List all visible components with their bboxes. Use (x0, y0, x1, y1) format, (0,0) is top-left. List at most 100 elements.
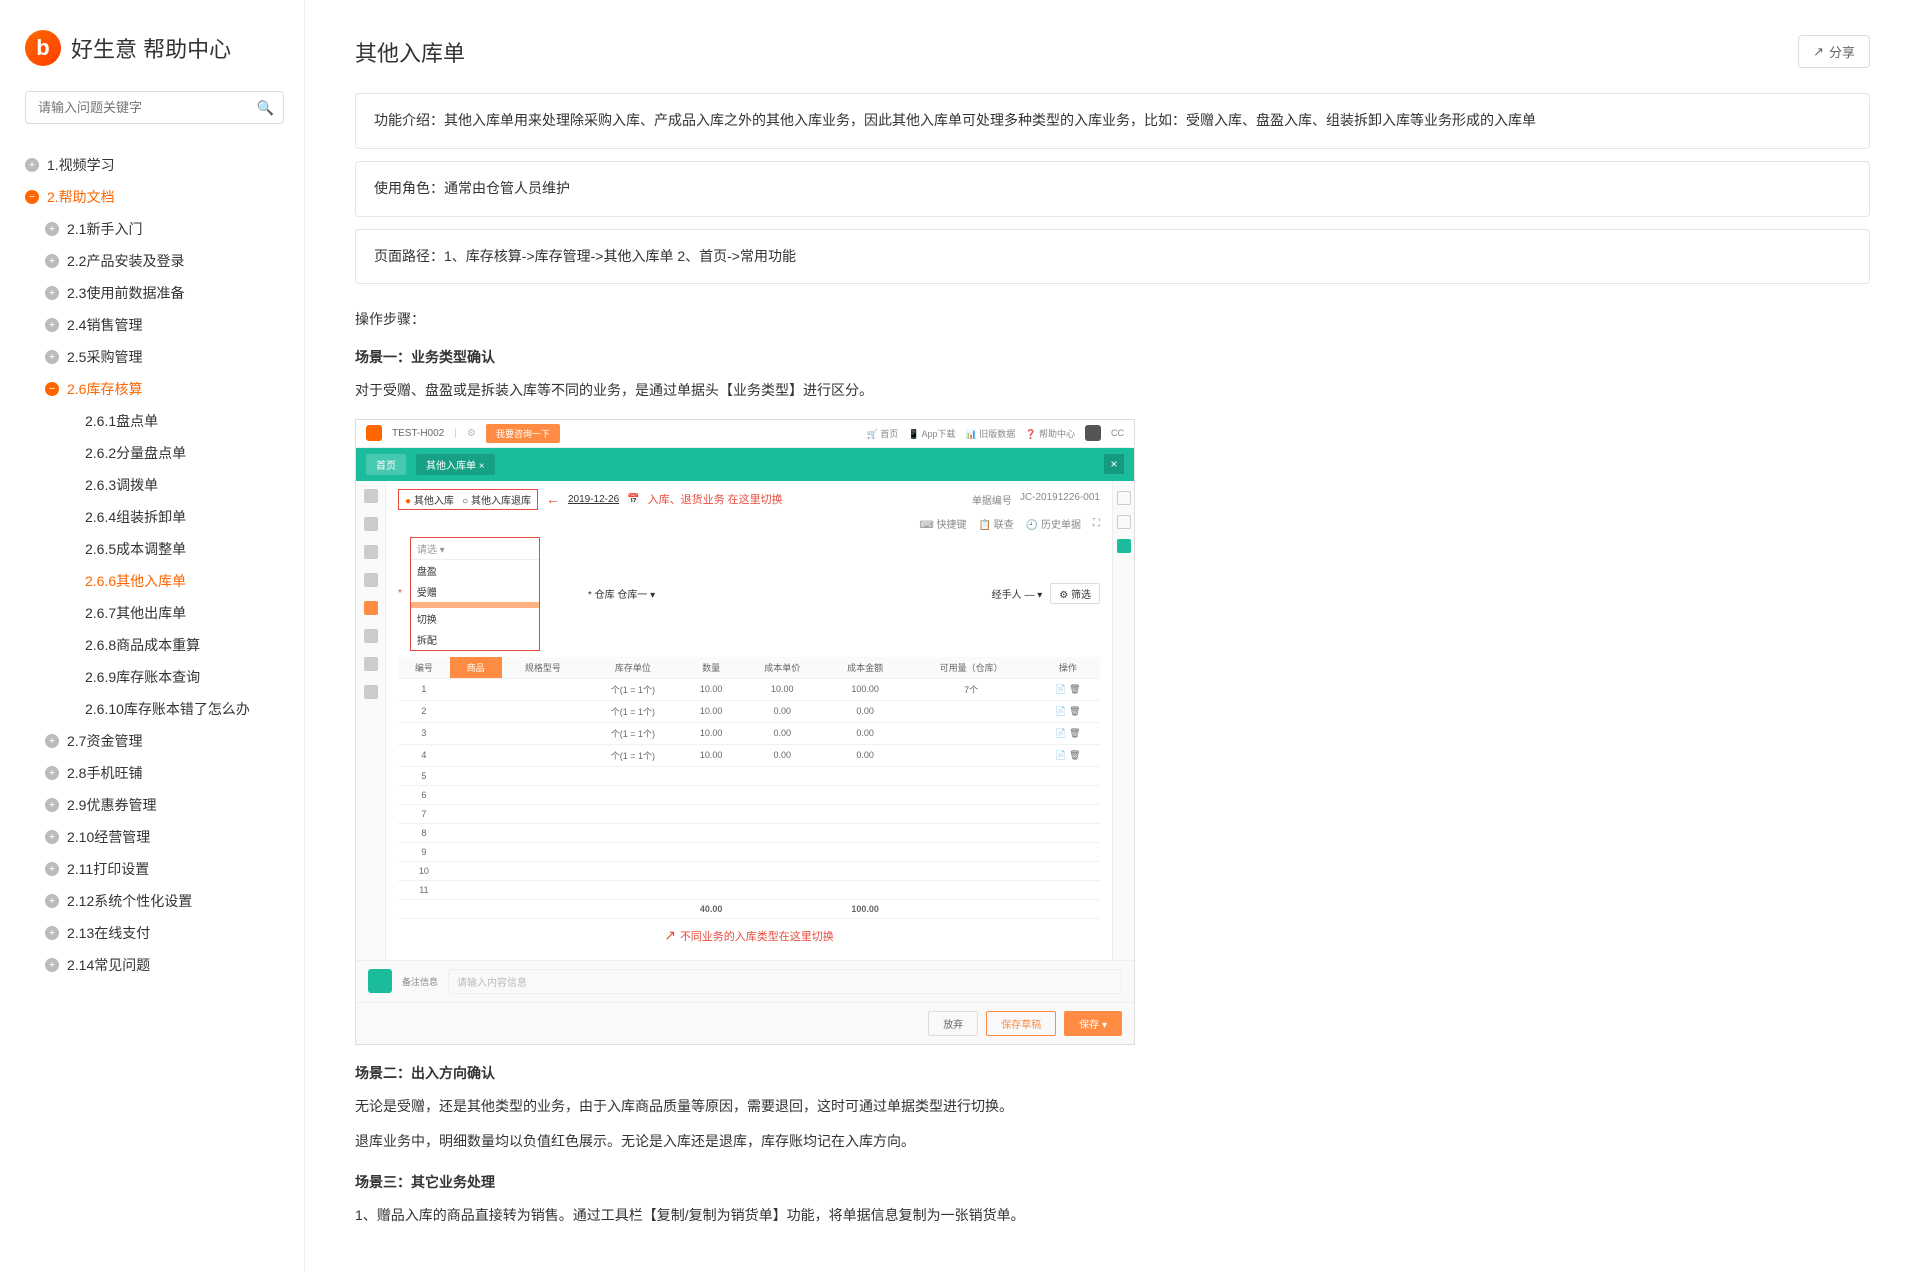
nav-2-10[interactable]: +2.10经营管理 (25, 821, 284, 853)
nav-2-5[interactable]: +2.5采购管理 (25, 341, 284, 373)
ss-left-nav (356, 481, 386, 960)
nav-video[interactable]: +1.视频学习 (25, 149, 284, 181)
nav-tree: +1.视频学习 −2.帮助文档 +2.1新手入门 +2.2产品安装及登录 +2.… (25, 149, 284, 981)
scene2-text1: 无论是受赠，还是其他类型的业务，由于入库商品质量等原因，需要退回，这时可通过单据… (355, 1093, 1870, 1120)
ss-save-button: 保存 ▾ (1064, 1011, 1122, 1036)
ss-consult-button: 我要咨询一下 (486, 424, 560, 443)
plus-icon: + (45, 798, 59, 812)
ss-tool-icon (1117, 539, 1131, 553)
nav-2-6[interactable]: −2.6库存核算 (25, 373, 284, 405)
nav-2-6-3[interactable]: 2.6.3调拨单 (25, 469, 284, 501)
ss-test-id: TEST-H002 (392, 428, 444, 439)
main-content: 其他入库单 ↗ 分享 功能介绍：其他入库单用来处理除采购入库、产成品入库之外的其… (305, 0, 1920, 1272)
nav-2-14[interactable]: +2.14常见问题 (25, 949, 284, 981)
plus-icon: + (45, 254, 59, 268)
nav-2-6-4[interactable]: 2.6.4组装拆卸单 (25, 501, 284, 533)
ss-nav-icon (364, 629, 378, 643)
intro-label: 功能介绍： (374, 112, 444, 128)
minus-icon: − (45, 382, 59, 396)
ss-note-input: 请输入内容信息 (448, 969, 1122, 994)
nav-2-6-5[interactable]: 2.6.5成本调整单 (25, 533, 284, 565)
nav-2-13[interactable]: +2.13在线支付 (25, 917, 284, 949)
nav-2-12[interactable]: +2.12系统个性化设置 (25, 885, 284, 917)
search-box: 🔍 (25, 91, 284, 124)
ss-annotation1: 入库、退货业务 在这里切换 (648, 491, 783, 507)
ss-nav-icon (364, 657, 378, 671)
ss-annotation2: 不同业务的入库类型在这里切换 (680, 931, 834, 943)
ss-cancel-button: 放弃 (928, 1011, 978, 1036)
ss-tab-home: 首页 (366, 454, 406, 475)
nav-2-6-7[interactable]: 2.6.7其他出库单 (25, 597, 284, 629)
nav-2-7[interactable]: +2.7资金管理 (25, 725, 284, 757)
path-label: 页面路径： (374, 248, 444, 264)
ss-tab-active: 其他入库单 × (416, 454, 495, 475)
scene3-text: 1、赠品入库的商品直接转为销售。通过工具栏【复制/复制为销货单】功能，将单据信息… (355, 1202, 1870, 1229)
nav-help-docs[interactable]: −2.帮助文档 (25, 181, 284, 213)
scene2-text2: 退库业务中，明细数量均以负值红色展示。无论是入库还是退库，库存账均记在入库方向。 (355, 1128, 1870, 1155)
search-input[interactable] (25, 91, 284, 124)
nav-2-6-2[interactable]: 2.6.2分量盘点单 (25, 437, 284, 469)
nav-2-6-6[interactable]: 2.6.6其他入库单 (25, 565, 284, 597)
scene3-title: 场景三：其它业务处理 (355, 1172, 1870, 1192)
scene1-text: 对于受赠、盘盈或是拆装入库等不同的业务，是通过单据头【业务类型】进行区分。 (355, 377, 1870, 404)
site-title: 好生意 帮助中心 (71, 32, 231, 64)
ss-radio-group: ● 其他入库 ○ 其他入库退库 (398, 489, 538, 510)
plus-icon: + (45, 894, 59, 908)
scene1-title: 场景一：业务类型确认 (355, 347, 1870, 367)
ss-tabbar: 首页 其他入库单 × × (356, 448, 1134, 481)
ss-right-bar (1112, 481, 1134, 960)
ss-footer: 备注信息 请输入内容信息 (356, 960, 1134, 1002)
minus-icon: − (25, 190, 39, 204)
plus-icon: + (45, 286, 59, 300)
nav-2-6-10[interactable]: 2.6.10库存账本错了怎么办 (25, 693, 284, 725)
search-icon[interactable]: 🔍 (257, 99, 274, 116)
ss-nav-icon (364, 489, 378, 503)
nav-2-6-9[interactable]: 2.6.9库存账本查询 (25, 661, 284, 693)
plus-icon: + (45, 862, 59, 876)
role-label: 使用角色： (374, 180, 444, 196)
page-title: 其他入库单 (355, 36, 465, 68)
nav-2-4[interactable]: +2.4销售管理 (25, 309, 284, 341)
plus-icon: + (45, 958, 59, 972)
role-text: 通常由仓管人员维护 (444, 180, 570, 196)
share-icon: ↗ (1813, 44, 1824, 60)
nav-2-11[interactable]: +2.11打印设置 (25, 853, 284, 885)
ss-nav-icon (364, 517, 378, 531)
app-screenshot: TEST-H002 | ⚙ 我要咨询一下 🛒 首页 📱 App下载 📊 旧版数据… (355, 419, 1135, 1045)
steps-label: 操作步骤： (355, 309, 1870, 329)
ss-table: 编号 商品 规格型号 库存单位 数量 成本单价 成本金额 可用量（仓库） 操作 … (398, 657, 1100, 919)
ss-tool-icon (1117, 491, 1131, 505)
ss-arrow-icon: ← (546, 491, 560, 507)
plus-icon: + (25, 158, 39, 172)
ss-main: ● 其他入库 ○ 其他入库退库 ← 2019-12-26 📅 入库、退货业务 在… (386, 481, 1112, 960)
page-header: 其他入库单 ↗ 分享 (355, 35, 1870, 68)
share-button[interactable]: ↗ 分享 (1798, 35, 1870, 68)
nav-2-6-1[interactable]: 2.6.1盘点单 (25, 405, 284, 437)
plus-icon: + (45, 350, 59, 364)
ss-nav-icon-active (364, 601, 378, 615)
ss-actions: 放弃 保存草稿 保存 ▾ (356, 1002, 1134, 1044)
ss-topbar: TEST-H002 | ⚙ 我要咨询一下 🛒 首页 📱 App下载 📊 旧版数据… (356, 420, 1134, 448)
nav-2-8[interactable]: +2.8手机旺铺 (25, 757, 284, 789)
plus-icon: + (45, 222, 59, 236)
scene2-title: 场景二：出入方向确认 (355, 1063, 1870, 1083)
plus-icon: + (45, 734, 59, 748)
nav-2-2[interactable]: +2.2产品安装及登录 (25, 245, 284, 277)
ss-close-icon: × (1104, 454, 1124, 474)
ss-note-icon (368, 969, 392, 993)
nav-2-1[interactable]: +2.1新手入门 (25, 213, 284, 245)
plus-icon: + (45, 830, 59, 844)
ss-nav-icon (364, 545, 378, 559)
ss-nav-icon (364, 685, 378, 699)
ss-logo-icon (366, 425, 382, 441)
intro-box: 功能介绍：其他入库单用来处理除采购入库、产成品入库之外的其他入库业务，因此其他入… (355, 93, 1870, 149)
site-header: b 好生意 帮助中心 (25, 30, 284, 66)
sidebar: b 好生意 帮助中心 🔍 +1.视频学习 −2.帮助文档 +2.1新手入门 +2… (0, 0, 305, 1272)
nav-2-3[interactable]: +2.3使用前数据准备 (25, 277, 284, 309)
ss-avatar-icon (1085, 425, 1101, 441)
nav-2-6-8[interactable]: 2.6.8商品成本重算 (25, 629, 284, 661)
role-box: 使用角色：通常由仓管人员维护 (355, 161, 1870, 217)
ss-nav-icon (364, 573, 378, 587)
path-text: 1、库存核算->库存管理->其他入库单 2、首页->常用功能 (444, 248, 796, 264)
nav-2-9[interactable]: +2.9优惠券管理 (25, 789, 284, 821)
